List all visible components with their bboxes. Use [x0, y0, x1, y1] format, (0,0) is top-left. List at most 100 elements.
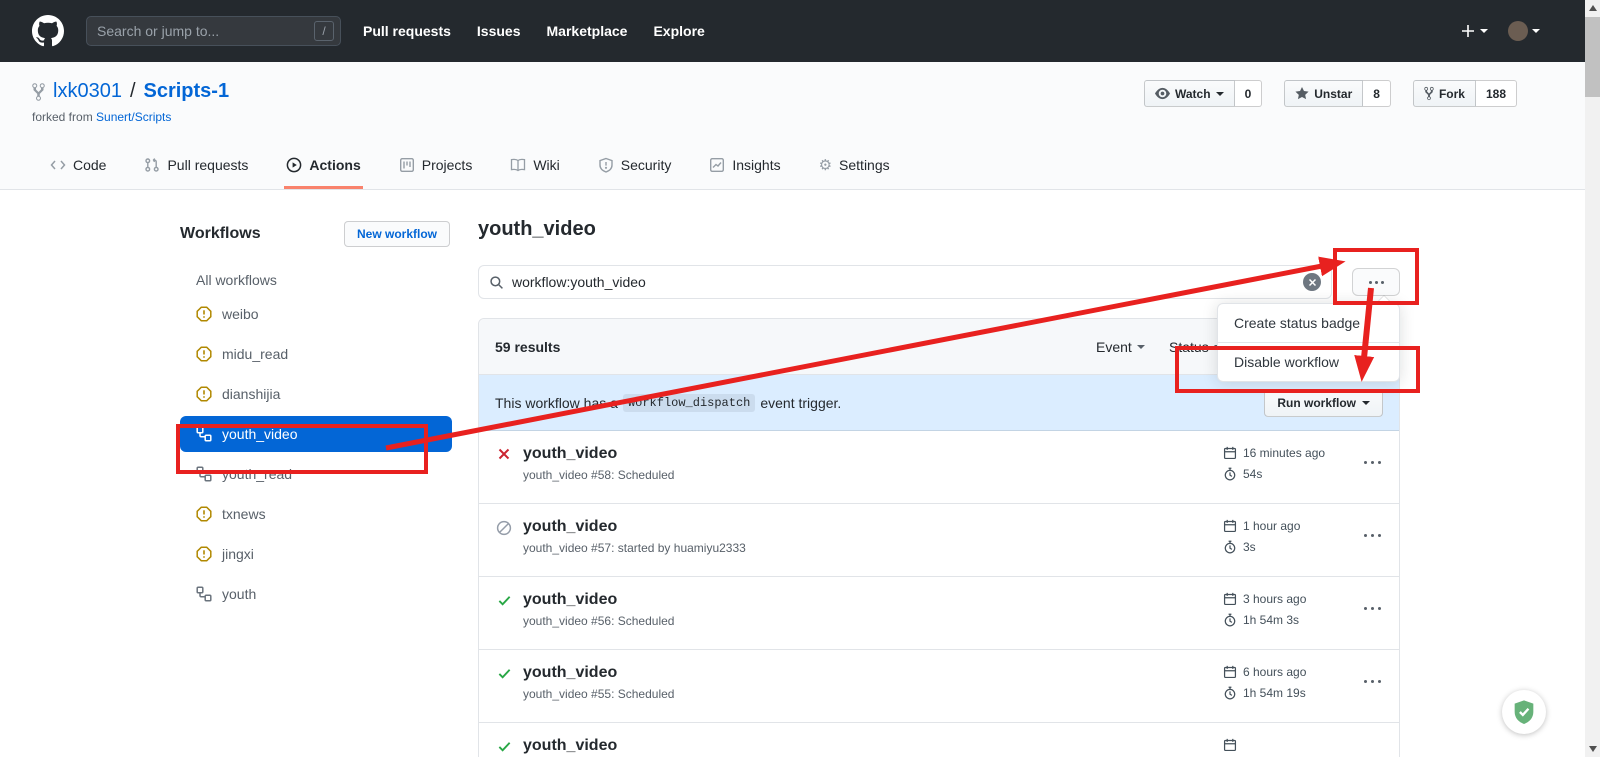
page-title: youth_video	[478, 218, 1400, 241]
run-time: 16 minutes ago	[1243, 446, 1325, 460]
fork-button[interactable]: Fork	[1413, 80, 1476, 107]
nav-pull-requests[interactable]: Pull requests	[363, 23, 451, 39]
run-row: youth_video	[479, 723, 1399, 757]
sidebar-item-jingxi[interactable]: jingxi	[180, 534, 450, 574]
adguard-shield-button[interactable]	[1502, 690, 1546, 734]
chevron-down-icon	[1532, 29, 1540, 33]
repo-forked-icon	[32, 82, 45, 102]
workflow-options-button[interactable]	[1352, 268, 1400, 296]
status-filter-label: Status	[1169, 339, 1209, 355]
workflow-label: txnews	[222, 506, 266, 522]
run-workflow-button[interactable]: Run workflow	[1264, 389, 1383, 417]
github-logo-icon[interactable]	[32, 15, 64, 47]
new-workflow-button[interactable]: New workflow	[344, 221, 450, 247]
tab-pull-requests[interactable]: Pull requests	[142, 157, 250, 189]
calendar-icon	[1223, 446, 1237, 460]
dropdown-caret	[1376, 296, 1392, 304]
run-row: youth_video youth_video #57: started by …	[479, 504, 1399, 577]
run-options-button[interactable]	[1364, 607, 1381, 610]
star-count[interactable]: 8	[1363, 80, 1391, 107]
workflow-label: youth_read	[222, 466, 292, 482]
run-link[interactable]: youth_video	[495, 737, 1383, 755]
check-success-icon	[495, 666, 513, 681]
project-icon	[399, 157, 415, 173]
sidebar-item-youth-read[interactable]: youth_read	[180, 454, 450, 494]
tab-wiki[interactable]: Wiki	[508, 157, 561, 189]
tab-security[interactable]: Security	[596, 157, 674, 189]
menu-item-create-status-badge[interactable]: Create status badge	[1218, 304, 1399, 342]
repo-owner-link[interactable]: lxk0301	[53, 80, 122, 103]
workflow-label: midu_read	[222, 346, 288, 362]
watch-count[interactable]: 0	[1235, 80, 1263, 107]
cancelled-icon	[495, 520, 513, 536]
workflow-runs-main: youth_video 59 results Ev	[478, 218, 1400, 241]
page-scrollbar[interactable]	[1585, 0, 1600, 757]
tab-actions[interactable]: Actions	[284, 157, 362, 189]
run-duration: 1h 54m 19s	[1243, 686, 1306, 700]
kebab-horizontal-icon	[1369, 281, 1384, 284]
sidebar-item-weibo[interactable]: weibo	[180, 294, 450, 334]
watch-button[interactable]: Watch	[1144, 80, 1235, 107]
fork-count[interactable]: 188	[1476, 80, 1517, 107]
chevron-down-icon	[1480, 29, 1488, 33]
run-meta	[1223, 736, 1243, 757]
run-duration: 3s	[1243, 540, 1256, 554]
nav-marketplace[interactable]: Marketplace	[547, 23, 628, 39]
status-filter-dropdown[interactable]: Status	[1169, 339, 1222, 355]
run-title: youth_video	[523, 445, 617, 463]
repo-tabs: Code Pull requests Actions Projects	[48, 157, 892, 189]
calendar-icon	[1223, 592, 1237, 606]
run-meta: 6 hours ago 1h 54m 19s	[1223, 663, 1306, 705]
clear-filter-button[interactable]	[1303, 273, 1321, 291]
filter-row	[478, 265, 1400, 299]
scrollbar-thumb[interactable]	[1585, 17, 1600, 97]
top-navbar: / Pull requests Issues Marketplace Explo…	[0, 0, 1600, 62]
nav-explore[interactable]: Explore	[653, 23, 704, 39]
slash-shortcut-hint: /	[314, 21, 334, 41]
results-count: 59 results	[495, 339, 560, 355]
run-options-button[interactable]	[1364, 461, 1381, 464]
warning-octagon-icon	[196, 386, 212, 402]
unstar-button[interactable]: Unstar	[1284, 80, 1363, 107]
warning-octagon-icon	[196, 306, 212, 322]
sidebar-item-dianshijia[interactable]: dianshijia	[180, 374, 450, 414]
unstar-label: Unstar	[1314, 87, 1352, 101]
chevron-down-icon	[1362, 401, 1370, 405]
tab-label: Actions	[309, 157, 360, 173]
runs-filter-input[interactable]	[512, 274, 1303, 290]
scroll-up-arrow[interactable]	[1585, 0, 1600, 16]
eye-icon	[1155, 86, 1170, 101]
stopwatch-icon	[1223, 540, 1237, 554]
event-filter-dropdown[interactable]: Event	[1096, 339, 1145, 355]
warning-octagon-icon	[196, 506, 212, 522]
menu-item-disable-workflow[interactable]: Disable workflow	[1218, 342, 1399, 381]
tab-code[interactable]: Code	[48, 157, 108, 189]
tab-settings[interactable]: ⚙ Settings	[817, 157, 892, 189]
forked-from-link[interactable]: Sunert/Scripts	[96, 110, 171, 124]
green-shield-check-icon	[1510, 698, 1538, 726]
run-meta: 16 minutes ago 54s	[1223, 444, 1325, 486]
check-success-icon	[495, 593, 513, 608]
sidebar-item-txnews[interactable]: txnews	[180, 494, 450, 534]
tab-insights[interactable]: Insights	[707, 157, 782, 189]
watch-label: Watch	[1175, 87, 1211, 101]
run-options-button[interactable]	[1364, 680, 1381, 683]
run-options-button[interactable]	[1364, 534, 1381, 537]
run-time: 6 hours ago	[1243, 665, 1306, 679]
user-menu-button[interactable]	[1508, 21, 1540, 41]
banner-code: workflow_dispatch	[623, 394, 755, 412]
nav-issues[interactable]: Issues	[477, 23, 521, 39]
repo-name-link[interactable]: Scripts-1	[144, 80, 230, 103]
scroll-down-arrow[interactable]	[1585, 741, 1600, 757]
run-title: youth_video	[523, 518, 617, 536]
sidebar-item-all-workflows[interactable]: All workflows	[196, 272, 450, 288]
global-search-input[interactable]	[97, 23, 314, 39]
tab-projects[interactable]: Projects	[397, 157, 475, 189]
calendar-icon	[1223, 738, 1237, 752]
sidebar-item-youth-video[interactable]: youth_video	[180, 416, 452, 452]
create-new-button[interactable]	[1460, 23, 1488, 39]
sidebar-item-youth[interactable]: youth	[180, 574, 450, 614]
tab-label: Code	[73, 157, 106, 173]
sidebar-item-midu-read[interactable]: midu_read	[180, 334, 450, 374]
run-row: youth_video youth_video #58: Scheduled 1…	[479, 431, 1399, 504]
